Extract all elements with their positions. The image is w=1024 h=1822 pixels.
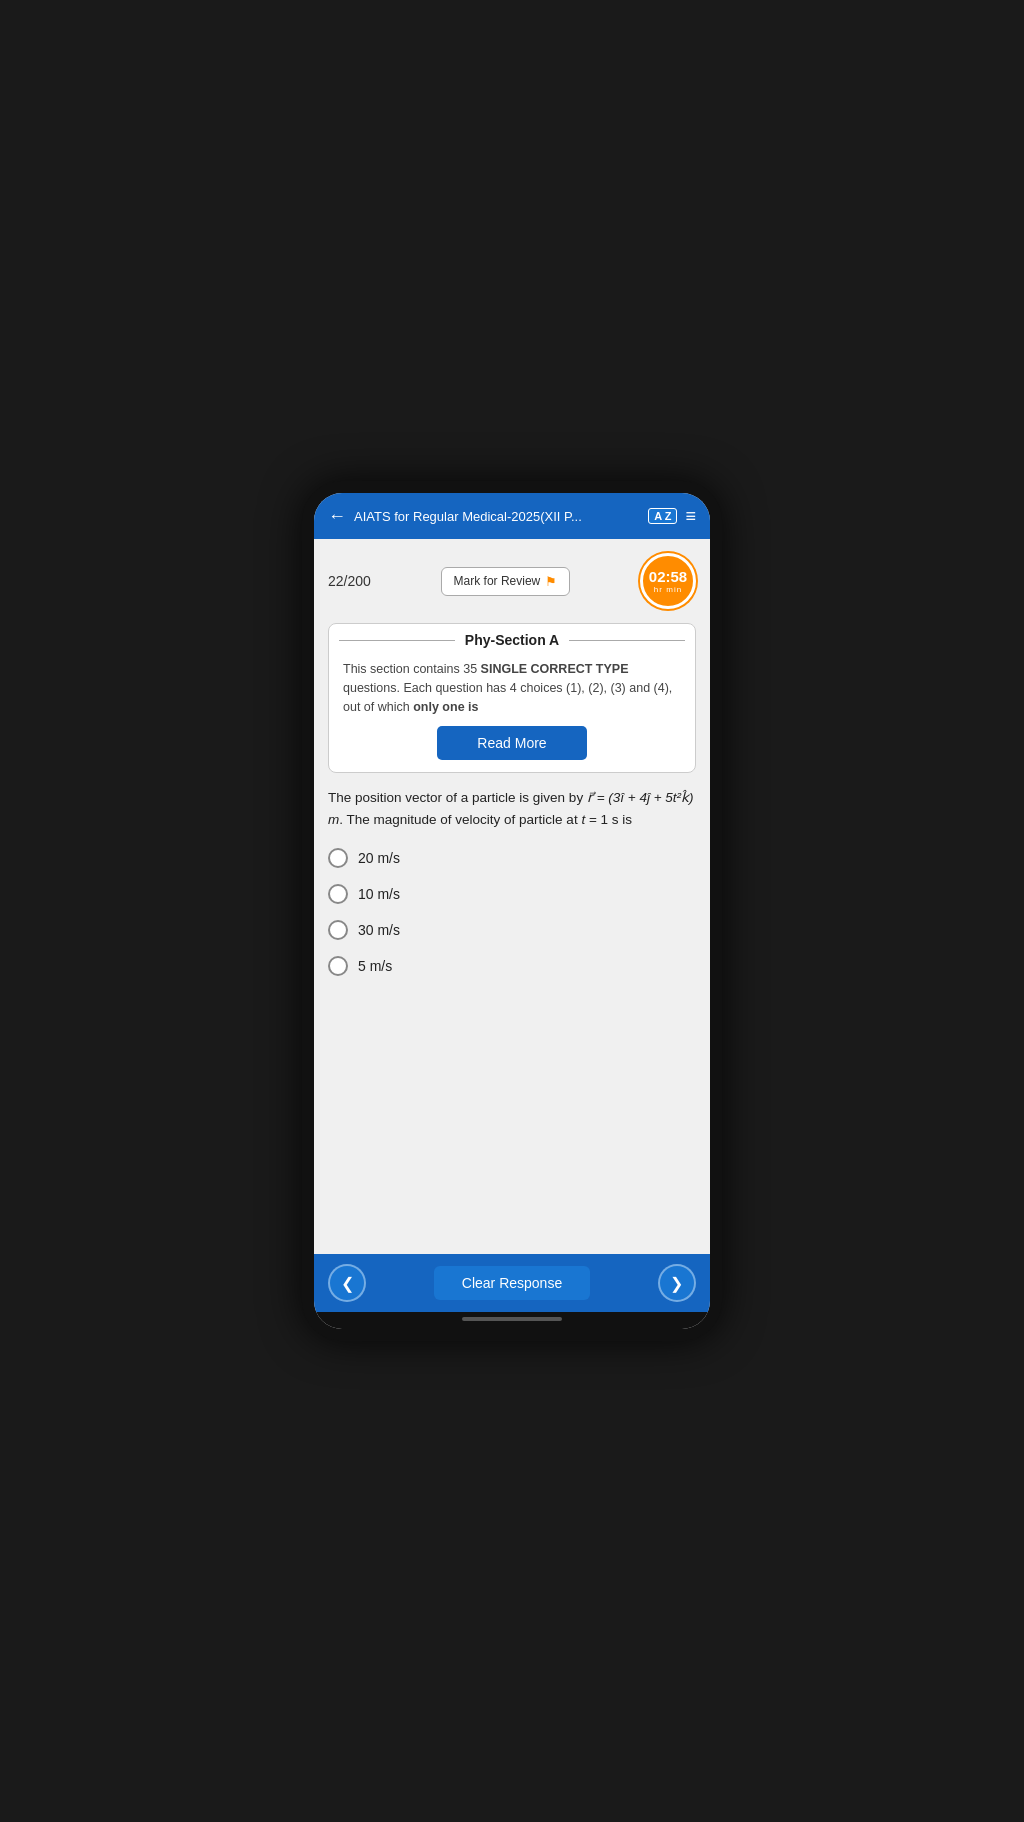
app-title: AIATS for Regular Medical-2025(XII P... xyxy=(354,509,640,524)
radio-c[interactable] xyxy=(328,920,348,940)
option-d-label: 5 m/s xyxy=(358,958,392,974)
radio-d[interactable] xyxy=(328,956,348,976)
prev-button[interactable]: ❮ xyxy=(328,1264,366,1302)
home-indicator xyxy=(314,1312,710,1329)
option-d[interactable]: 5 m/s xyxy=(328,956,696,976)
mark-for-review-button[interactable]: Mark for Review ⚑ xyxy=(441,567,571,596)
read-more-button[interactable]: Read More xyxy=(437,726,586,760)
section-line-left xyxy=(339,640,455,641)
section-title-row: Phy-Section A xyxy=(329,624,695,654)
menu-button[interactable]: ≡ xyxy=(685,506,696,527)
header-row: 22/200 Mark for Review ⚑ 02:58 hr min xyxy=(328,553,696,609)
options-list: 20 m/s 10 m/s 30 m/s 5 m/s xyxy=(328,848,696,976)
question-text: The position vector of a particle is giv… xyxy=(328,787,696,830)
option-c[interactable]: 30 m/s xyxy=(328,920,696,940)
radio-a[interactable] xyxy=(328,848,348,868)
section-title: Phy-Section A xyxy=(465,632,559,648)
phone-frame: ← AIATS for Regular Medical-2025(XII P..… xyxy=(302,481,722,1341)
mark-review-label: Mark for Review xyxy=(454,574,541,588)
bottom-bar: ❮ Clear Response ❯ xyxy=(314,1254,710,1312)
back-button[interactable]: ← xyxy=(328,506,346,527)
home-bar xyxy=(462,1317,562,1321)
section-description: This section contains 35 SINGLE CORRECT … xyxy=(329,654,695,726)
timer-value: 02:58 xyxy=(649,569,687,584)
section-line-right xyxy=(569,640,685,641)
top-bar: ← AIATS for Regular Medical-2025(XII P..… xyxy=(314,493,710,539)
flag-icon: ⚑ xyxy=(545,574,557,589)
spacer xyxy=(328,992,696,1172)
option-a[interactable]: 20 m/s xyxy=(328,848,696,868)
option-b[interactable]: 10 m/s xyxy=(328,884,696,904)
section-box: Phy-Section A This section contains 35 S… xyxy=(328,623,696,773)
clear-response-button[interactable]: Clear Response xyxy=(434,1266,590,1300)
math-expression: r⃗ = (3î + 4ĵ + 5t²k̂) m xyxy=(328,790,694,827)
content-area: 22/200 Mark for Review ⚑ 02:58 hr min xyxy=(314,539,710,1254)
radio-b[interactable] xyxy=(328,884,348,904)
option-c-label: 30 m/s xyxy=(358,922,400,938)
timer-min: 58 xyxy=(670,568,687,585)
timer-display: 02:58 hr min xyxy=(640,553,696,609)
next-button[interactable]: ❯ xyxy=(658,1264,696,1302)
timer-hr: 02 xyxy=(649,568,666,585)
question-counter: 22/200 xyxy=(328,573,371,589)
az-badge: A Z xyxy=(648,508,677,524)
option-b-label: 10 m/s xyxy=(358,886,400,902)
option-a-label: 20 m/s xyxy=(358,850,400,866)
phone-screen: ← AIATS for Regular Medical-2025(XII P..… xyxy=(314,493,710,1329)
timer-unit-label: hr min xyxy=(654,585,682,594)
